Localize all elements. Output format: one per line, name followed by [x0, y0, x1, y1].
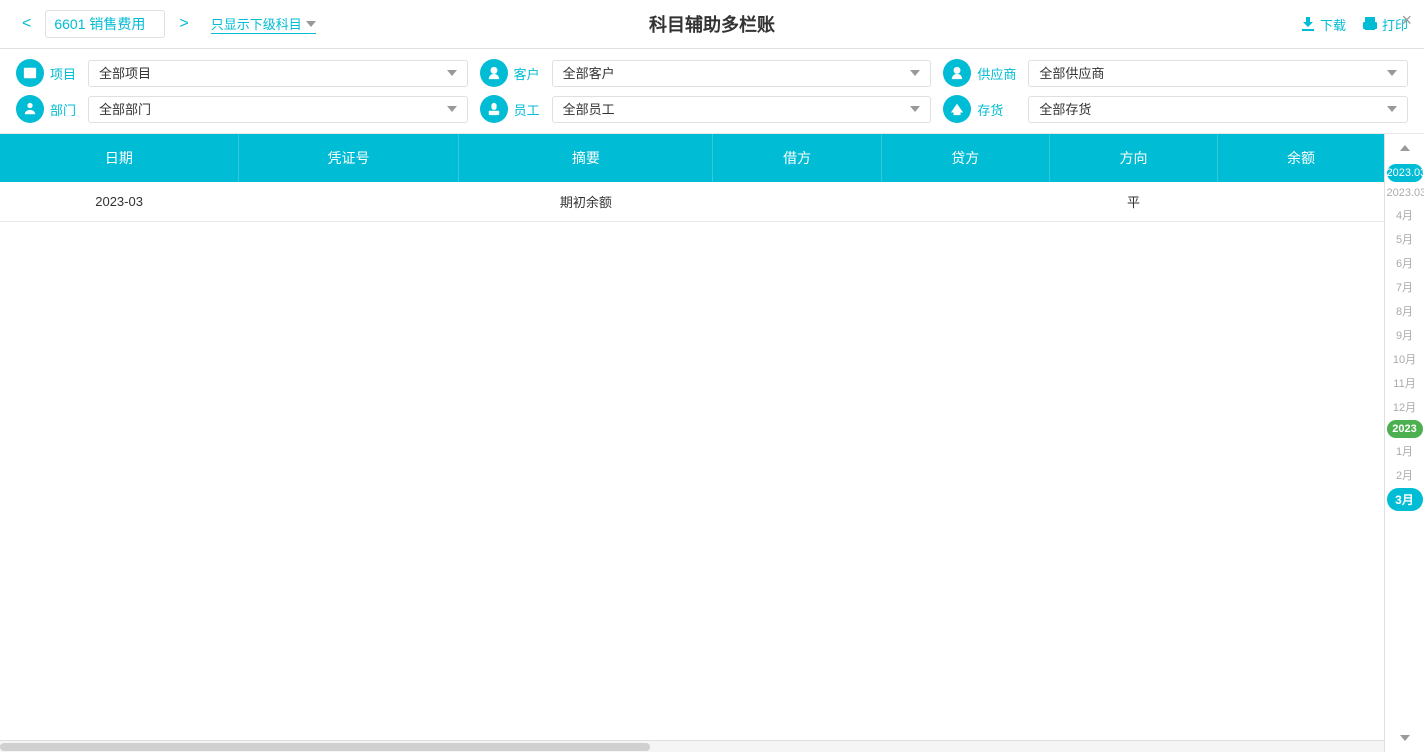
timeline-up-button[interactable]: [1387, 134, 1423, 162]
th-voucher: 凭证号: [238, 134, 459, 182]
timeline-item-1[interactable]: 2023.03: [1387, 184, 1423, 202]
th-credit: 贷方: [881, 134, 1049, 182]
top-actions: 下载 打印: [1300, 15, 1408, 34]
table-row: 2023-03 期初余额 平: [0, 182, 1384, 222]
scrollbar-thumb[interactable]: [0, 743, 650, 751]
th-debit: 借方: [713, 134, 881, 182]
cell-summary: 期初余额: [459, 182, 713, 222]
project-text: 项目: [50, 64, 76, 83]
th-summary: 摘要: [459, 134, 713, 182]
timeline-list: 2023.03 2023.03 4月5月6月7月8月9月10月11月12月 2023 1…: [1385, 162, 1424, 724]
timeline-item-10[interactable]: 12月: [1387, 396, 1423, 418]
horizontal-scrollbar[interactable]: [0, 740, 1384, 752]
timeline-item-7[interactable]: 9月: [1387, 324, 1423, 346]
close-button[interactable]: ×: [1401, 10, 1412, 31]
filter-department-label: 部门: [16, 95, 76, 123]
customer-icon: [480, 59, 508, 87]
employee-text: 员工: [514, 100, 540, 119]
page-title: 科目辅助多栏账: [649, 11, 775, 37]
project-icon: [16, 59, 44, 87]
timeline-item-0[interactable]: 2023.03: [1387, 164, 1423, 182]
project-select[interactable]: 全部项目: [88, 60, 468, 87]
employee-icon: [480, 95, 508, 123]
cell-debit: [713, 182, 881, 222]
customer-text: 客户: [514, 64, 540, 83]
timeline-item-2[interactable]: 4月: [1387, 204, 1423, 226]
supplier-select[interactable]: 全部供应商: [1028, 60, 1408, 87]
department-icon: [16, 95, 44, 123]
cell-balance: [1218, 182, 1384, 222]
timeline-item-8[interactable]: 10月: [1387, 348, 1423, 370]
timeline-panel: 2023.03 2023.03 4月5月6月7月8月9月10月11月12月 2023 1…: [1384, 134, 1424, 752]
download-button[interactable]: 下载: [1300, 15, 1346, 34]
filter-project-label: 项目: [16, 59, 76, 87]
show-sub-button[interactable]: 只显示下级科目: [211, 14, 316, 34]
filter-inventory-label: 存货: [943, 95, 1016, 123]
account-code-display: 6601 销售费用: [45, 10, 165, 38]
chevron-down-icon: [306, 21, 316, 27]
cell-direction: 平: [1049, 182, 1217, 222]
table-body: 2023-03 期初余额 平: [0, 182, 1384, 222]
download-label: 下载: [1320, 15, 1346, 34]
cell-credit: [881, 182, 1049, 222]
print-icon: [1362, 16, 1378, 32]
filter-employee-label: 员工: [480, 95, 540, 123]
supplier-icon: [943, 59, 971, 87]
filter-supplier-label: 供应商: [943, 59, 1016, 87]
timeline-item-5[interactable]: 7月: [1387, 276, 1423, 298]
timeline-item-14[interactable]: 3月: [1387, 488, 1423, 511]
nav-next-button[interactable]: >: [173, 13, 194, 35]
timeline-item-12[interactable]: 1月: [1387, 440, 1423, 462]
top-bar: < 6601 销售费用 > 只显示下级科目 科目辅助多栏账 下载 打印 ×: [0, 0, 1424, 49]
department-text: 部门: [50, 100, 76, 119]
table-header-row: 日期 凭证号 摘要 借方 贷方 方向 余额: [0, 134, 1384, 182]
cell-voucher: [238, 182, 459, 222]
filter-customer-label: 客户: [480, 59, 540, 87]
show-sub-label: 只显示下级科目: [211, 14, 302, 33]
th-balance: 余额: [1218, 134, 1384, 182]
timeline-down-button[interactable]: [1387, 724, 1423, 752]
table-wrapper: 日期 凭证号 摘要 借方 贷方 方向 余额 2023-03 期初余额 平: [0, 134, 1384, 740]
ledger-table: 日期 凭证号 摘要 借方 贷方 方向 余额 2023-03 期初余额 平: [0, 134, 1384, 222]
download-icon: [1300, 16, 1316, 32]
inventory-icon: [943, 95, 971, 123]
chevron-down-icon: [1400, 735, 1410, 741]
supplier-text: 供应商: [977, 64, 1016, 83]
nav-prev-button[interactable]: <: [16, 13, 37, 35]
timeline-item-3[interactable]: 5月: [1387, 228, 1423, 250]
department-select[interactable]: 全部部门: [88, 96, 468, 123]
employee-select[interactable]: 全部员工: [552, 96, 932, 123]
chevron-up-icon: [1400, 145, 1410, 151]
timeline-item-11[interactable]: 2023: [1387, 420, 1423, 438]
th-date: 日期: [0, 134, 238, 182]
main-window: < 6601 销售费用 > 只显示下级科目 科目辅助多栏账 下载 打印 ×: [0, 0, 1424, 752]
cell-date: 2023-03: [0, 182, 238, 222]
filter-bar: 项目 全部项目 客户 全部客户 供应商 全部供应商: [0, 49, 1424, 134]
timeline-item-6[interactable]: 8月: [1387, 300, 1423, 322]
inventory-select[interactable]: 全部存货: [1028, 96, 1408, 123]
customer-select[interactable]: 全部客户: [552, 60, 932, 87]
timeline-item-13[interactable]: 2月: [1387, 464, 1423, 486]
th-direction: 方向: [1049, 134, 1217, 182]
timeline-item-9[interactable]: 11月: [1387, 372, 1423, 394]
timeline-item-4[interactable]: 6月: [1387, 252, 1423, 274]
inventory-text: 存货: [977, 100, 1003, 119]
